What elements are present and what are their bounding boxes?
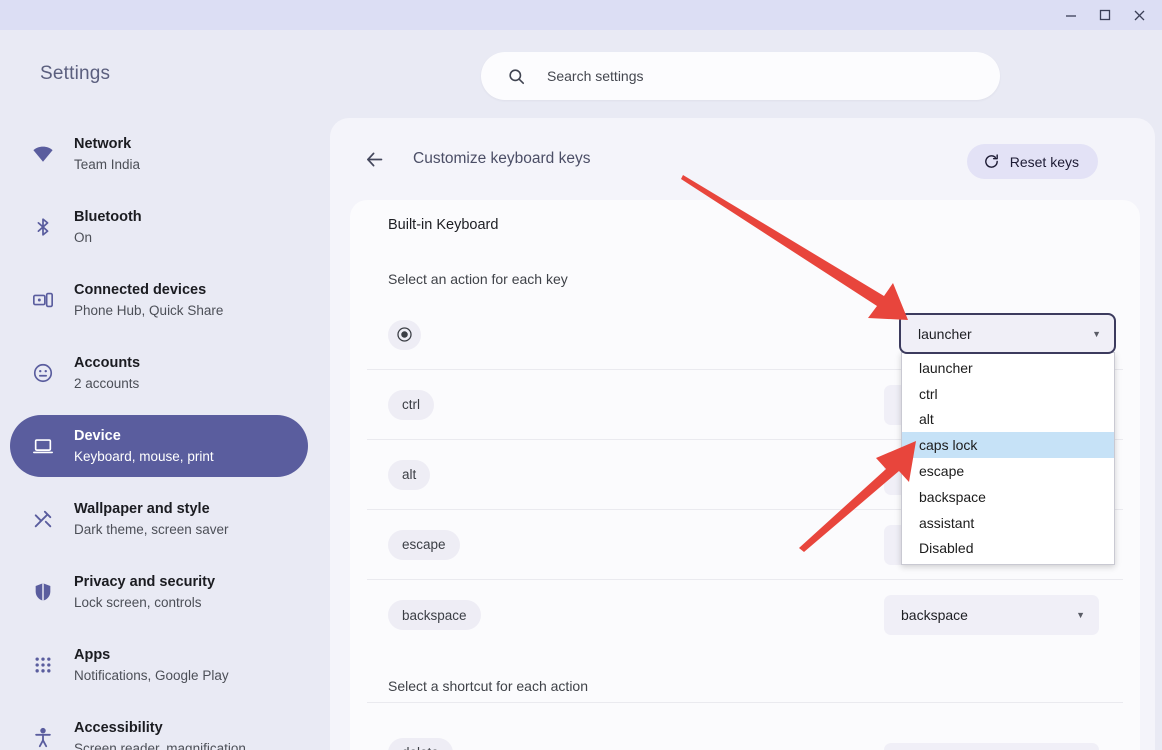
sidebar-item-label: Accessibility — [74, 719, 163, 736]
sidebar-item-label: Device — [74, 427, 121, 444]
sidebar-item-bluetooth[interactable]: Bluetooth On — [10, 196, 308, 258]
dropdown-option-backspace[interactable]: backspace — [902, 484, 1114, 510]
sidebar-item-sublabel: Dark theme, screen saver — [74, 521, 229, 537]
select-shortcut-label: Select a shortcut for each action — [388, 678, 588, 694]
dropdown-option-disabled[interactable]: Disabled — [902, 536, 1114, 562]
key-row-backspace: backspace backspace ▼ — [367, 580, 1123, 650]
search-input[interactable]: Search settings — [481, 52, 1000, 100]
key-chip-launcher — [388, 319, 421, 350]
page-header: Customize keyboard keys Reset keys — [330, 118, 1155, 200]
key-chip-delete: delete — [388, 737, 453, 750]
key-chip-alt: alt — [388, 459, 431, 490]
search-placeholder: Search settings — [547, 68, 644, 84]
bluetooth-icon — [31, 215, 55, 239]
sidebar-item-sublabel: Notifications, Google Play — [74, 667, 229, 683]
key-select-launcher[interactable]: launcher ▼ — [899, 313, 1116, 354]
shortcut-row-delete: delete launcher + backspace ▼ — [367, 702, 1123, 750]
sidebar: Settings Network Team India Bluetooth On — [0, 30, 330, 750]
dropdown-option-launcher[interactable]: launcher — [902, 355, 1114, 381]
sidebar-item-accessibility[interactable]: Accessibility Screen reader, magnificati… — [10, 707, 308, 750]
shield-icon — [31, 580, 55, 604]
window-titlebar — [0, 0, 1162, 30]
laptop-icon — [31, 434, 55, 458]
settings-title: Settings — [40, 63, 111, 84]
sidebar-item-label: Apps — [74, 646, 111, 663]
wallpaper-brush-icon — [31, 507, 55, 531]
reset-keys-label: Reset keys — [1009, 153, 1079, 170]
sidebar-item-connected-devices[interactable]: Connected devices Phone Hub, Quick Share — [10, 269, 308, 331]
key-chip-backspace: backspace — [388, 600, 481, 630]
sidebar-item-sublabel: Phone Hub, Quick Share — [74, 302, 224, 318]
sidebar-item-label: Network — [74, 135, 132, 152]
sidebar-item-label: Bluetooth — [74, 208, 142, 225]
key-select-value: backspace — [901, 607, 968, 623]
connected-devices-icon — [31, 288, 55, 312]
dropdown-option-caps-lock[interactable]: caps lock — [902, 432, 1114, 459]
apps-grid-icon — [31, 653, 55, 677]
keyboard-card-title: Built-in Keyboard — [388, 217, 499, 233]
sidebar-item-label: Privacy and security — [74, 573, 216, 590]
accessibility-icon — [31, 726, 55, 750]
refresh-icon — [983, 153, 1000, 170]
search-icon — [507, 67, 526, 86]
sidebar-item-sublabel: Screen reader, magnification — [74, 740, 246, 750]
arrow-left-icon[interactable] — [357, 142, 391, 176]
dropdown-option-assistant[interactable]: assistant — [902, 510, 1114, 536]
shortcut-select-delete[interactable]: launcher + backspace ▼ — [884, 743, 1099, 750]
sidebar-item-label: Accounts — [74, 354, 141, 371]
sidebar-item-privacy-and-security[interactable]: Privacy and security Lock screen, contro… — [10, 561, 308, 623]
sidebar-item-sublabel: On — [74, 229, 93, 245]
settings-window: Settings Network Team India Bluetooth On — [0, 0, 1162, 750]
key-chip-escape: escape — [388, 529, 460, 560]
sidebar-item-device[interactable]: Device Keyboard, mouse, print — [10, 415, 308, 477]
close-button[interactable] — [1122, 0, 1156, 30]
minimize-button[interactable] — [1054, 0, 1088, 30]
page-title: Customize keyboard keys — [413, 150, 591, 167]
sidebar-item-wallpaper-and-style[interactable]: Wallpaper and style Dark theme, screen s… — [10, 488, 308, 550]
launcher-icon — [396, 326, 413, 343]
sidebar-item-label: Wallpaper and style — [74, 500, 210, 517]
sidebar-item-accounts[interactable]: Accounts 2 accounts — [10, 342, 308, 404]
select-action-label: Select an action for each key — [388, 271, 568, 287]
sidebar-item-network[interactable]: Network Team India — [10, 123, 308, 185]
reset-keys-button[interactable]: Reset keys — [966, 144, 1098, 179]
account-icon — [31, 361, 55, 385]
key-select-value: launcher — [918, 325, 972, 342]
chevron-down-icon: ▼ — [1076, 610, 1085, 620]
sidebar-item-sublabel: 2 accounts — [74, 375, 140, 391]
sidebar-item-sublabel: Keyboard, mouse, print — [74, 448, 214, 464]
wifi-icon — [31, 142, 55, 166]
sidebar-item-sublabel: Lock screen, controls — [74, 594, 202, 610]
sidebar-item-apps[interactable]: Apps Notifications, Google Play — [10, 634, 308, 696]
sidebar-nav: Network Team India Bluetooth On Connecte… — [0, 123, 330, 750]
key-chip-ctrl: ctrl — [388, 389, 434, 420]
sidebar-item-label: Connected devices — [74, 281, 207, 298]
key-select-dropdown[interactable]: launcher ctrl alt caps lock escape backs… — [901, 352, 1115, 566]
maximize-button[interactable] — [1088, 0, 1122, 30]
key-select-backspace[interactable]: backspace ▼ — [884, 595, 1099, 635]
dropdown-option-ctrl[interactable]: ctrl — [902, 381, 1114, 407]
dropdown-option-alt[interactable]: alt — [902, 407, 1114, 433]
dropdown-option-escape[interactable]: escape — [902, 458, 1114, 484]
chevron-down-icon: ▼ — [1092, 328, 1101, 339]
sidebar-item-sublabel: Team India — [74, 156, 141, 172]
